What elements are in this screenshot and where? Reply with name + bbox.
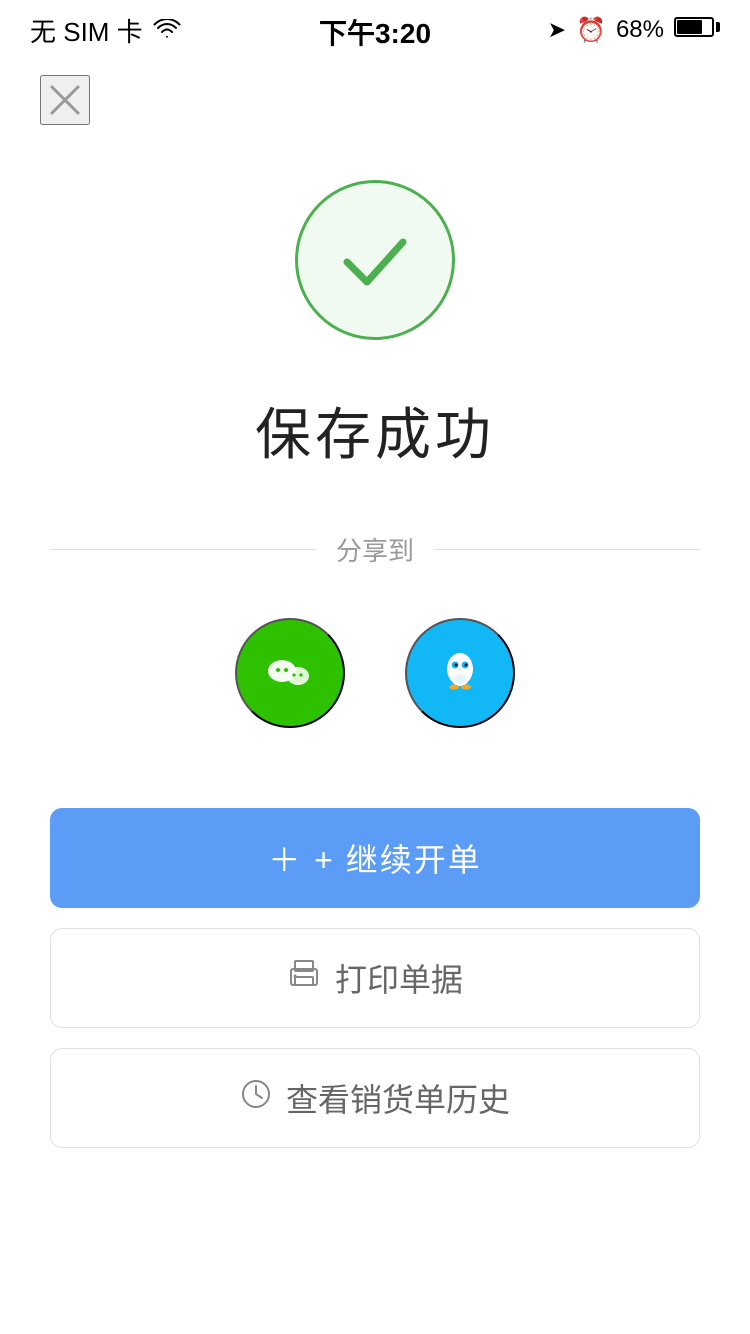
battery-icon [674,16,720,44]
carrier-wifi: 无 SIM 卡 [30,12,181,49]
share-label: 分享到 [336,531,414,568]
history-icon [240,1078,272,1118]
location-icon: ➤ [548,17,566,43]
status-time: 下午3:20 [319,12,431,52]
main-content: 保存成功 分享到 [0,140,750,1334]
divider-left [50,549,316,550]
close-icon [48,83,82,117]
history-button[interactable]: 查看销货单历史 [50,1048,700,1148]
continue-icon: ＋ [268,835,300,881]
battery-percentage: 68% [616,16,664,44]
print-icon [287,959,321,997]
divider-right [434,549,700,550]
action-buttons: ＋ + 继续开单 打印单据 [50,808,700,1148]
continue-button[interactable]: ＋ + 继续开单 [50,808,700,908]
print-label: 打印单据 [335,955,463,1001]
status-bar: 无 SIM 卡 下午3:20 ➤ ⏰ 68% [0,0,750,60]
continue-label: + 继续开单 [314,835,482,881]
status-right-icons: ➤ ⏰ 68% [548,16,720,45]
history-label: 查看销货单历史 [286,1075,510,1121]
carrier-text: 无 SIM 卡 [30,12,143,49]
print-button[interactable]: 打印单据 [50,928,700,1028]
wechat-icon [260,643,320,703]
nav-bar [0,60,750,140]
wechat-share-button[interactable] [235,618,345,728]
checkmark-icon [335,220,415,300]
wifi-icon [153,15,181,46]
share-icons-row [235,618,515,728]
qq-icon [430,643,490,703]
alarm-icon: ⏰ [576,16,606,45]
success-icon-circle [295,180,455,340]
close-button[interactable] [40,75,90,125]
qq-share-button[interactable] [405,618,515,728]
share-divider: 分享到 [50,531,700,568]
success-title: 保存成功 [255,390,495,471]
